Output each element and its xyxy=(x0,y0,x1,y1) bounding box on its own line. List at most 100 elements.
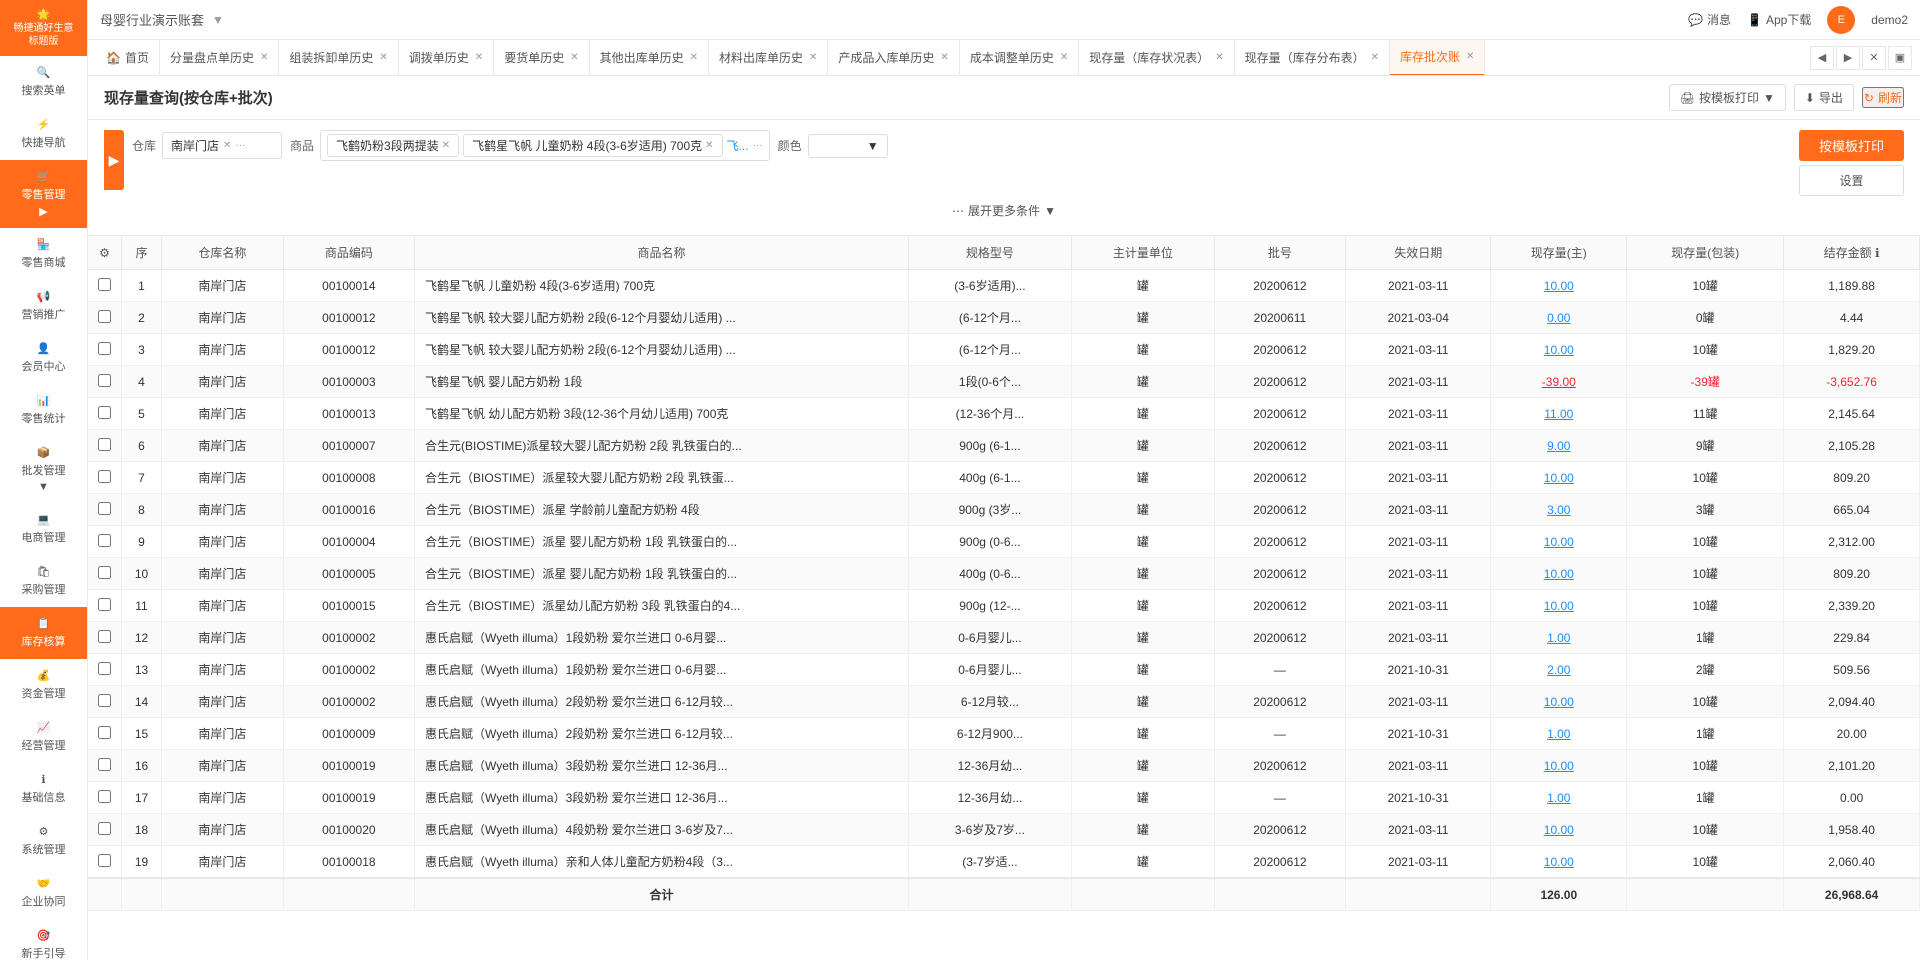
sidebar-item-finance[interactable]: 💰 资金管理 xyxy=(0,659,87,711)
sidebar-item-retail-mgmt[interactable]: 🛒 零售管理 ▶ xyxy=(0,160,87,228)
product-tag-1[interactable]: 飞鹤奶粉3段两提装 ✕ xyxy=(327,134,459,157)
cell-qty-main[interactable]: -39.00 xyxy=(1491,366,1627,398)
tab-close-cost-adj[interactable]: ✕ xyxy=(1060,52,1068,63)
tab-close-batch-voucher[interactable]: ✕ xyxy=(1466,51,1474,62)
sidebar-item-enterprise[interactable]: 🤝 企业协同 xyxy=(0,867,87,919)
product-more-icon[interactable]: ··· xyxy=(753,140,763,151)
tab-close-tiao-bo[interactable]: ✕ xyxy=(475,52,483,63)
sidebar-item-retail-mall[interactable]: 🏪 零售商城 xyxy=(0,228,87,280)
cell-checkbox[interactable] xyxy=(88,302,122,334)
cell-qty-main[interactable]: 10.00 xyxy=(1491,590,1627,622)
collapse-btn[interactable]: ▶ xyxy=(104,130,124,190)
tab-close-zuchai[interactable]: ✕ xyxy=(379,52,387,63)
cell-checkbox[interactable] xyxy=(88,558,122,590)
expand-conditions-btn[interactable]: ⋯ 展开更多条件 ▼ xyxy=(952,202,1056,219)
cell-qty-main[interactable]: 0.00 xyxy=(1491,302,1627,334)
product-tag-remove-1[interactable]: ✕ xyxy=(442,140,450,151)
tab-yao-huo[interactable]: 要货单历史 ✕ xyxy=(494,40,589,76)
cell-checkbox[interactable] xyxy=(88,718,122,750)
sidebar-item-quick-nav[interactable]: ⚡ 快捷导航 xyxy=(0,108,87,160)
tab-stock-status[interactable]: 现存量（库存状况表） ✕ xyxy=(1079,40,1234,76)
cell-checkbox[interactable] xyxy=(88,622,122,654)
tab-zuchai[interactable]: 组装拆卸单历史 ✕ xyxy=(279,40,398,76)
tab-close-stock-status[interactable]: ✕ xyxy=(1215,52,1223,63)
cell-checkbox[interactable] xyxy=(88,366,122,398)
sidebar-item-basics[interactable]: ℹ 基础信息 xyxy=(0,763,87,815)
cell-checkbox[interactable] xyxy=(88,334,122,366)
sidebar-item-ecommerce[interactable]: 💻 电商管理 xyxy=(0,503,87,555)
cell-qty-main[interactable]: 2.00 xyxy=(1491,654,1627,686)
tab-tiao-bo[interactable]: 调拨单历史 ✕ xyxy=(399,40,494,76)
tab-prev-btn[interactable]: ◀ xyxy=(1810,46,1834,70)
sidebar-item-wholesale[interactable]: 📦 批发管理 ▼ xyxy=(0,436,87,503)
settings-btn[interactable]: 设置 xyxy=(1799,165,1904,196)
print-btn[interactable]: 🖨 按模板打印 ▼ xyxy=(1669,84,1786,111)
cell-qty-main[interactable]: 9.00 xyxy=(1491,430,1627,462)
tab-expand-btn[interactable]: ▣ xyxy=(1888,46,1912,70)
cell-checkbox[interactable] xyxy=(88,590,122,622)
cell-checkbox[interactable] xyxy=(88,526,122,558)
cell-checkbox[interactable] xyxy=(88,686,122,718)
sidebar-item-search[interactable]: 🔍 搜索英单 xyxy=(0,56,87,108)
product-tag-2[interactable]: 飞鹤星飞帆 儿童奶粉 4段(3-6岁适用) 700克 ✕ xyxy=(463,134,722,157)
username-label[interactable]: demo2 xyxy=(1871,13,1908,27)
cell-checkbox[interactable] xyxy=(88,750,122,782)
tab-close-yao-huo[interactable]: ✕ xyxy=(570,52,578,63)
tab-cost-adj[interactable]: 成本调整单历史 ✕ xyxy=(960,40,1079,76)
refresh-btn[interactable]: ↻ 刷新 xyxy=(1862,87,1904,108)
cell-qty-main[interactable]: 1.00 xyxy=(1491,622,1627,654)
tab-other-out[interactable]: 其他出库单历史 ✕ xyxy=(590,40,709,76)
tab-product-in[interactable]: 产成品入库单历史 ✕ xyxy=(828,40,959,76)
sidebar-item-purchase[interactable]: 🛍 采购管理 xyxy=(0,555,87,607)
sidebar-item-retail-stats[interactable]: 📊 零售统计 xyxy=(0,384,87,436)
cell-checkbox[interactable] xyxy=(88,462,122,494)
color-dropdown[interactable]: ▼ xyxy=(808,134,888,158)
warehouse-remove-icon[interactable]: ✕ xyxy=(223,140,231,151)
cell-checkbox[interactable] xyxy=(88,782,122,814)
cell-checkbox[interactable] xyxy=(88,846,122,879)
tab-close-other-out[interactable]: ✕ xyxy=(690,52,698,63)
tab-batch-voucher[interactable]: 库存批次账 ✕ xyxy=(1390,40,1485,76)
topbar-dropdown-icon[interactable]: ▼ xyxy=(212,13,224,27)
app-download-btn[interactable]: 📱 App下载 xyxy=(1747,11,1811,28)
message-btn[interactable]: 💬 消息 xyxy=(1688,11,1731,28)
cell-qty-main[interactable]: 3.00 xyxy=(1491,494,1627,526)
warehouse-input[interactable]: 南岸门店 ✕ ··· xyxy=(162,132,282,159)
cell-qty-main[interactable]: 1.00 xyxy=(1491,718,1627,750)
cell-qty-main[interactable]: 10.00 xyxy=(1491,270,1627,302)
export-btn[interactable]: ⬇ 导出 xyxy=(1794,84,1854,111)
warehouse-more-icon[interactable]: ··· xyxy=(235,140,245,151)
tab-close-product-in[interactable]: ✕ xyxy=(940,52,948,63)
tab-stock-dist[interactable]: 现存量（库存分布表） ✕ xyxy=(1235,40,1390,76)
sidebar-item-operations[interactable]: 📈 经营管理 xyxy=(0,711,87,763)
cell-checkbox[interactable] xyxy=(88,814,122,846)
cell-qty-main[interactable]: 11.00 xyxy=(1491,398,1627,430)
sidebar-item-member[interactable]: 👤 会员中心 xyxy=(0,332,87,384)
cell-qty-main[interactable]: 10.00 xyxy=(1491,814,1627,846)
tab-close-stock-dist[interactable]: ✕ xyxy=(1371,52,1379,63)
cell-qty-main[interactable]: 10.00 xyxy=(1491,686,1627,718)
query-btn[interactable]: 按模板打印 xyxy=(1799,130,1904,161)
sidebar-item-marketing[interactable]: 📢 营销推广 xyxy=(0,280,87,332)
cell-checkbox[interactable] xyxy=(88,430,122,462)
cell-qty-main[interactable]: 1.00 xyxy=(1491,782,1627,814)
tab-home[interactable]: 🏠 首页 xyxy=(96,40,160,76)
sidebar-item-inventory[interactable]: 📋 库存核算 xyxy=(0,607,87,659)
tab-next-btn[interactable]: ▶ xyxy=(1836,46,1860,70)
cell-checkbox[interactable] xyxy=(88,494,122,526)
cell-qty-main[interactable]: 10.00 xyxy=(1491,462,1627,494)
tab-close-fen-pan[interactable]: ✕ xyxy=(260,52,268,63)
cell-qty-main[interactable]: 10.00 xyxy=(1491,334,1627,366)
cell-checkbox[interactable] xyxy=(88,398,122,430)
product-tag-remove-2[interactable]: ✕ xyxy=(705,140,713,151)
sidebar-item-guide[interactable]: 🎯 新手引导 xyxy=(0,919,87,960)
cell-qty-main[interactable]: 10.00 xyxy=(1491,750,1627,782)
avatar[interactable]: E xyxy=(1827,6,1855,34)
tab-close-material-out[interactable]: ✕ xyxy=(809,52,817,63)
cell-checkbox[interactable] xyxy=(88,270,122,302)
cell-qty-main[interactable]: 10.00 xyxy=(1491,526,1627,558)
tab-material-out[interactable]: 材料出库单历史 ✕ xyxy=(709,40,828,76)
cell-qty-main[interactable]: 10.00 xyxy=(1491,846,1627,879)
sidebar-item-system[interactable]: ⚙ 系统管理 xyxy=(0,815,87,867)
cell-qty-main[interactable]: 10.00 xyxy=(1491,558,1627,590)
